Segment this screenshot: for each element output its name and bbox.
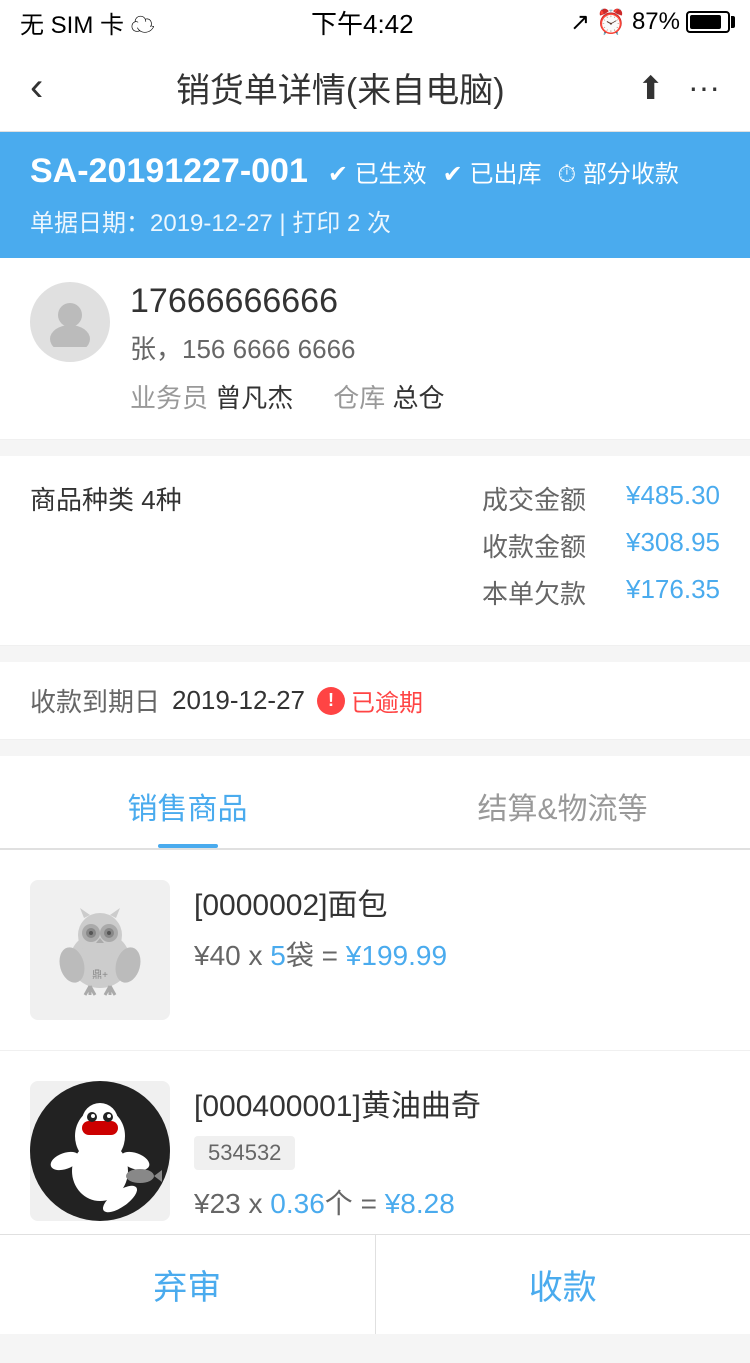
- product-price-1: ¥40: [194, 940, 241, 971]
- product-pricing-1: ¥40 x 5袋 = ¥199.99: [194, 934, 720, 974]
- print-count: | 打印 2 次: [273, 210, 391, 237]
- confirm-button[interactable]: 收款: [376, 1235, 750, 1334]
- owl-placeholder: 鼎+: [30, 880, 170, 1020]
- debt-amount-label: 本单欠款: [482, 574, 586, 611]
- product-details-1: [0000002]面包 ¥40 x 5袋 = ¥199.99: [194, 880, 720, 974]
- product-price-2: ¥23: [194, 1188, 241, 1219]
- status-time: 下午4:42: [311, 4, 414, 41]
- due-date-section: 收款到期日 2019-12-27 ! 已逾期: [0, 662, 750, 740]
- amount-stats: 成交金额 ¥485.30 收款金额 ¥308.95 本单欠款 ¥176.35: [482, 480, 720, 621]
- customer-meta: 业务员 曾凡杰 仓库 总仓: [130, 378, 720, 415]
- sales-value: 曾凡杰: [215, 383, 293, 413]
- product-pricing-2: ¥23 x 0.36个 = ¥8.28: [194, 1182, 720, 1222]
- product-total-2: ¥8.28: [385, 1188, 455, 1219]
- location-icon: ↗: [570, 8, 590, 37]
- warehouse-label: 仓库: [333, 383, 385, 413]
- tab-products[interactable]: 销售商品: [0, 756, 375, 848]
- customer-id: 17666666666: [130, 282, 720, 321]
- status-effective: ✔ 已生效: [328, 154, 427, 189]
- multiply-sign-2: x: [249, 1188, 271, 1219]
- deal-amount-value: ¥485.30: [626, 480, 720, 517]
- due-date-label: 收款到期日: [30, 682, 160, 719]
- product-qty-2: 0.36: [270, 1188, 325, 1219]
- banner-row1: SA-20191227-001 ✔ 已生效 ✔ 已出库 ⏱ 部分收款: [30, 152, 720, 191]
- multiply-sign-1: x: [249, 940, 271, 971]
- status-bar: 无 SIM 卡 ☁ 下午4:42 ↗ ⏰ 87%: [0, 0, 750, 44]
- svg-text:鼎+: 鼎+: [92, 969, 108, 981]
- warehouse: 仓库 总仓: [333, 378, 444, 415]
- debt-amount-row: 本单欠款 ¥176.35: [482, 574, 720, 611]
- back-button[interactable]: ‹: [30, 65, 43, 110]
- receipt-amount-row: 收款金额 ¥308.95: [482, 527, 720, 564]
- list-item: 鼎+ [0000002]面包 ¥40 x 5袋 = ¥199.99: [0, 850, 750, 1051]
- product-name-1: [0000002]面包: [194, 880, 720, 924]
- battery-icon: [686, 11, 730, 33]
- nav-actions: ⬆ ···: [637, 69, 720, 107]
- sales-person: 业务员 曾凡杰: [130, 378, 293, 415]
- product-list: 鼎+ [0000002]面包 ¥40 x 5袋 = ¥199.99: [0, 850, 750, 1253]
- deal-amount-label: 成交金额: [482, 480, 586, 517]
- share-button[interactable]: ⬆: [637, 69, 664, 107]
- due-date-value: 2019-12-27: [172, 685, 305, 716]
- debt-amount-value: ¥176.35: [626, 574, 720, 611]
- product-unit-2: 个: [325, 1188, 353, 1219]
- product-details-2: [000400001]黄油曲奇 534532 ¥23 x 0.36个 = ¥8.…: [194, 1081, 720, 1222]
- customer-name-phone: 张，156 6666 6666: [130, 329, 720, 366]
- type-value: 4种: [141, 485, 181, 515]
- alarm-icon: ⏰: [596, 8, 626, 37]
- product-sku-2: 534532: [194, 1136, 295, 1170]
- tab-settlement[interactable]: 结算&物流等: [375, 756, 750, 848]
- overdue-badge: ! 已逾期: [317, 683, 423, 718]
- bottom-bar: 弃审 收款: [0, 1234, 750, 1334]
- sales-label: 业务员: [130, 383, 208, 413]
- status-left: 无 SIM 卡 ☁: [20, 5, 155, 40]
- customer-section: 17666666666 张，156 6666 6666 业务员 曾凡杰 仓库 总…: [0, 258, 750, 440]
- status-shipped: ✔ 已出库: [443, 154, 542, 189]
- order-number: SA-20191227-001: [30, 152, 308, 191]
- overdue-icon: !: [317, 687, 345, 715]
- status-right: ↗ ⏰ 87%: [570, 8, 730, 37]
- cancel-button[interactable]: 弃审: [0, 1235, 376, 1334]
- page-title: 销货单详情(来自电脑): [176, 63, 505, 112]
- avatar: [30, 282, 110, 362]
- product-image-1: 鼎+: [30, 880, 170, 1020]
- receipt-amount-value: ¥308.95: [626, 527, 720, 564]
- more-button[interactable]: ···: [688, 69, 720, 106]
- list-item: [000400001]黄油曲奇 534532 ¥23 x 0.36个 = ¥8.…: [0, 1051, 750, 1253]
- product-unit-1: 袋: [286, 940, 314, 971]
- product-qty-1: 5: [270, 940, 286, 971]
- equals-sign-2: =: [361, 1188, 385, 1219]
- product-type-stat: 商品种类 4种: [30, 480, 182, 517]
- type-label: 商品种类: [30, 485, 134, 515]
- stats-section: 商品种类 4种 成交金额 ¥485.30 收款金额 ¥308.95 本单欠款 ¥…: [0, 456, 750, 646]
- customer-info: 17666666666 张，156 6666 6666 业务员 曾凡杰 仓库 总…: [130, 282, 720, 415]
- warehouse-value: 总仓: [393, 383, 445, 413]
- product-image-2: [30, 1081, 170, 1221]
- date-label: 单据日期：: [30, 210, 150, 237]
- status-partial: ⏱ 部分收款: [557, 154, 678, 189]
- nav-bar: ‹ 销货单详情(来自电脑) ⬆ ···: [0, 44, 750, 132]
- tabs-section[interactable]: 销售商品 结算&物流等: [0, 756, 750, 850]
- battery-percent: 87%: [632, 8, 680, 36]
- receipt-amount-label: 收款金额: [482, 527, 586, 564]
- status-badges: ✔ 已生效 ✔ 已出库 ⏱ 部分收款: [328, 154, 679, 189]
- header-banner: SA-20191227-001 ✔ 已生效 ✔ 已出库 ⏱ 部分收款 单据日期：…: [0, 132, 750, 258]
- equals-sign-1: =: [322, 940, 346, 971]
- deal-amount-row: 成交金额 ¥485.30: [482, 480, 720, 517]
- order-date: 2019-12-27: [150, 210, 273, 237]
- product-total-1: ¥199.99: [346, 940, 447, 971]
- sim-status: 无 SIM 卡 ☁: [20, 5, 155, 40]
- product-name-2: [000400001]黄油曲奇: [194, 1081, 720, 1125]
- banner-date-row: 单据日期：2019-12-27 | 打印 2 次: [30, 203, 720, 238]
- overdue-text: 已逾期: [351, 683, 423, 718]
